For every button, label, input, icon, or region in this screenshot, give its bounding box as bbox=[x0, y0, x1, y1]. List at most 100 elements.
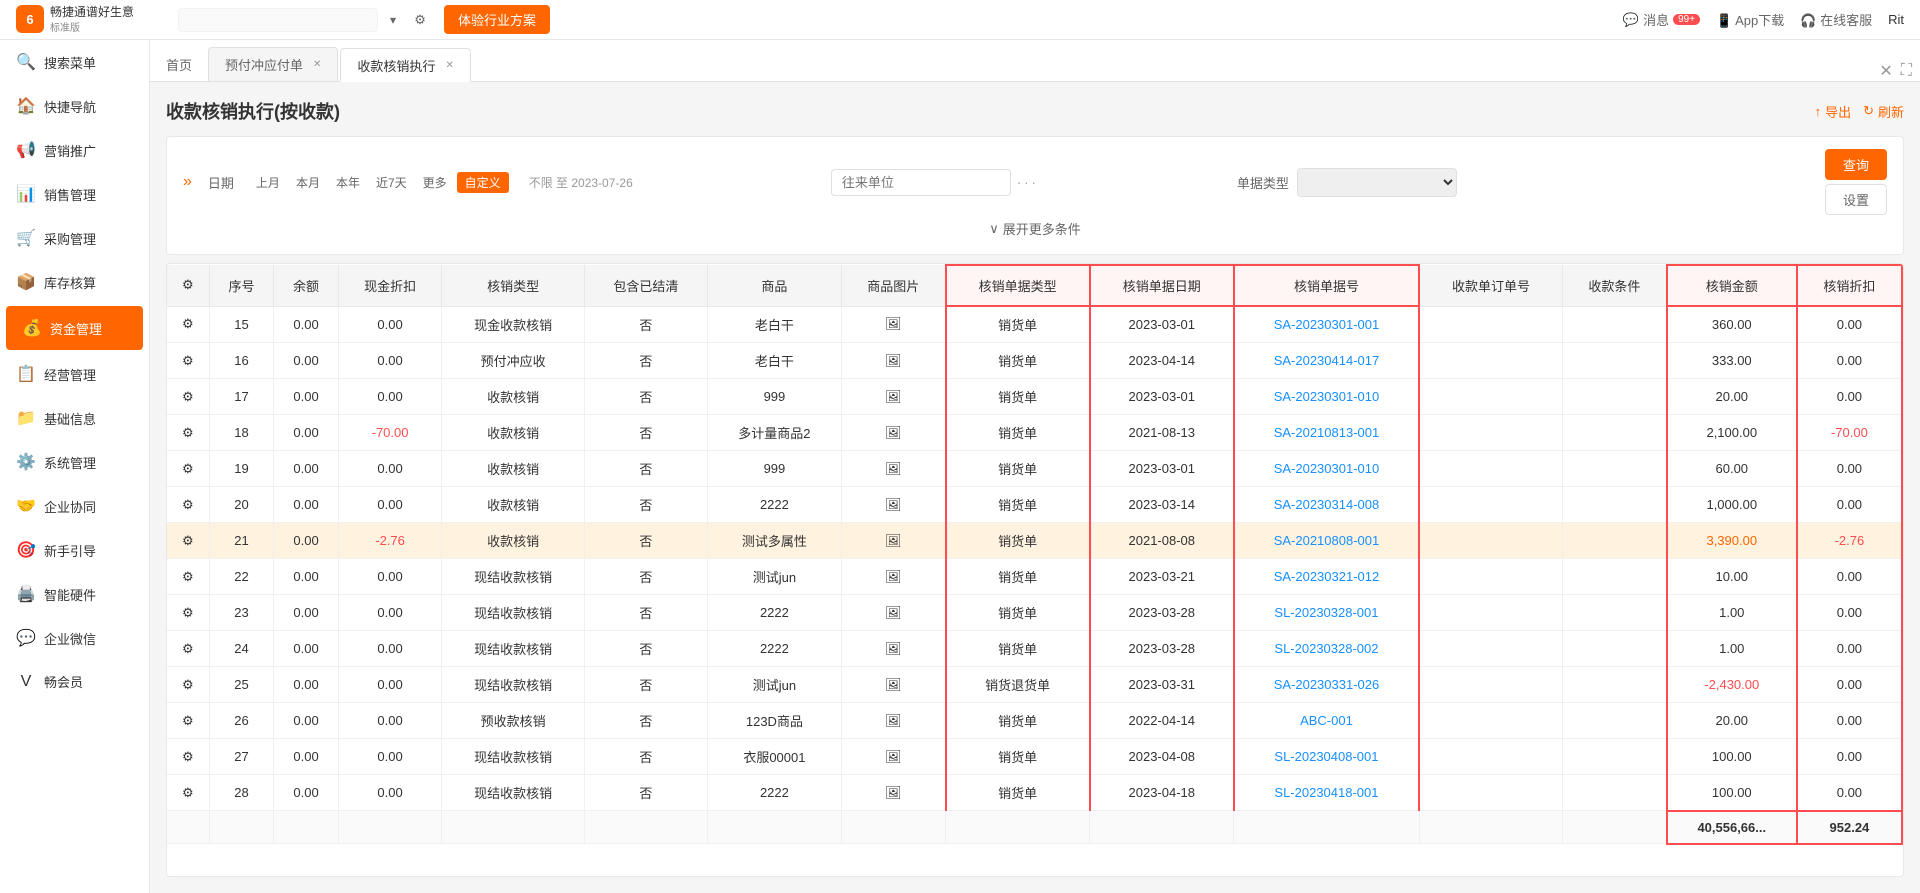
sidebar-item-finance[interactable]: 💰资金管理 bbox=[6, 306, 143, 350]
query-btn[interactable]: 查询 bbox=[1825, 149, 1887, 180]
counterparty-dots[interactable]: ··· bbox=[1017, 175, 1039, 190]
user-name[interactable]: Rit bbox=[1888, 12, 1904, 27]
table-row[interactable]: ⚙250.000.00现结收款核销否测试jun🖼销货退货单2023-03-31S… bbox=[167, 667, 1902, 703]
table-cell[interactable]: SA-20210813-001 bbox=[1234, 415, 1419, 451]
gear-icon[interactable]: ⚙ bbox=[408, 8, 432, 32]
bill-type-select[interactable] bbox=[1297, 168, 1457, 197]
table-cell: 23 bbox=[209, 595, 274, 631]
tab-prepay-close[interactable]: ✕ bbox=[313, 59, 321, 70]
tab-expand[interactable]: ⛶ bbox=[1901, 62, 1912, 80]
table-cell[interactable]: SA-20230321-012 bbox=[1234, 559, 1419, 595]
expand-icon: ∨ bbox=[989, 221, 999, 237]
table-cell[interactable]: ABC-001 bbox=[1234, 703, 1419, 739]
sidebar-item-basic-info[interactable]: 📁基础信息 bbox=[0, 396, 149, 440]
table-row[interactable]: ⚙180.00-70.00收款核销否多计量商品2🖼销货单2021-08-13SA… bbox=[167, 415, 1902, 451]
table-cell[interactable]: SL-20230328-002 bbox=[1234, 631, 1419, 667]
table-cell[interactable]: SA-20230301-010 bbox=[1234, 379, 1419, 415]
table-cell[interactable]: SL-20230418-001 bbox=[1234, 775, 1419, 811]
expand-more-btn[interactable]: ∨ 展开更多条件 bbox=[989, 219, 1081, 238]
dropdown-arrow[interactable]: ▾ bbox=[390, 13, 396, 27]
table-cell: ⚙ bbox=[167, 415, 209, 451]
sidebar-item-sales[interactable]: 📊销售管理 bbox=[0, 172, 149, 216]
date-this-year[interactable]: 本年 bbox=[330, 172, 366, 193]
counterparty-input[interactable] bbox=[831, 169, 1011, 196]
table-cell bbox=[1562, 343, 1666, 379]
table-cell: 2023-03-01 bbox=[1090, 379, 1234, 415]
date-more[interactable]: 更多 bbox=[417, 172, 453, 193]
table-row[interactable]: ⚙150.000.00现金收款核销否老白干🖼销货单2023-03-01SA-20… bbox=[167, 306, 1902, 343]
tab-close-all[interactable]: ✕ bbox=[1879, 61, 1892, 81]
sidebar-item-system[interactable]: ⚙️系统管理 bbox=[0, 440, 149, 484]
sidebar-icon-sales: 📊 bbox=[16, 184, 36, 204]
table-row[interactable]: ⚙230.000.00现结收款核销否2222🖼销货单2023-03-28SL-2… bbox=[167, 595, 1902, 631]
tab-collection-close[interactable]: ✕ bbox=[445, 60, 453, 71]
table-row[interactable]: ⚙170.000.00收款核销否999🖼销货单2023-03-01SA-2023… bbox=[167, 379, 1902, 415]
filter-collapse-btn[interactable]: » bbox=[183, 173, 192, 191]
notification-area[interactable]: 💬 消息 99+ bbox=[1623, 10, 1700, 29]
table-cell bbox=[1419, 703, 1562, 739]
table-cell: 销货退货单 bbox=[946, 667, 1090, 703]
table-row[interactable]: ⚙260.000.00预收款核销否123D商品🖼销货单2022-04-14ABC… bbox=[167, 703, 1902, 739]
table-cell[interactable]: SA-20230314-008 bbox=[1234, 487, 1419, 523]
sidebar-item-operations[interactable]: 📋经营管理 bbox=[0, 352, 149, 396]
table-cell bbox=[1419, 559, 1562, 595]
table-cell: 1,000.00 bbox=[1667, 487, 1797, 523]
table-cell[interactable]: SA-20230331-026 bbox=[1234, 667, 1419, 703]
tab-bar-right: ✕ ⛶ bbox=[1871, 61, 1920, 81]
footer-cell-writeoff_bill_type bbox=[946, 811, 1090, 844]
sidebar-item-purchase[interactable]: 🛒采购管理 bbox=[0, 216, 149, 260]
date-custom[interactable]: 自定义 bbox=[457, 172, 509, 193]
table-cell: 2023-03-28 bbox=[1090, 631, 1234, 667]
industry-btn[interactable]: 体验行业方案 bbox=[444, 5, 550, 34]
table-cell: 预付冲应收 bbox=[442, 343, 585, 379]
table-row[interactable]: ⚙160.000.00预付冲应收否老白干🖼销货单2023-04-14SA-202… bbox=[167, 343, 1902, 379]
table-cell: 老白干 bbox=[707, 343, 841, 379]
sidebar-item-inventory[interactable]: 📦库存核算 bbox=[0, 260, 149, 304]
table-cell[interactable]: SL-20230408-001 bbox=[1234, 739, 1419, 775]
export-btn[interactable]: ↑ 导出 bbox=[1815, 102, 1852, 121]
table-row[interactable]: ⚙270.000.00现结收款核销否衣服00001🖼销货单2023-04-08S… bbox=[167, 739, 1902, 775]
table-cell: 现结收款核销 bbox=[442, 775, 585, 811]
table-cell bbox=[1419, 739, 1562, 775]
table-cell[interactable]: SL-20230328-001 bbox=[1234, 595, 1419, 631]
date-last-7days[interactable]: 近7天 bbox=[370, 172, 413, 193]
table-cell[interactable]: SA-20230301-001 bbox=[1234, 306, 1419, 343]
table-row[interactable]: ⚙240.000.00现结收款核销否2222🖼销货单2023-03-28SL-2… bbox=[167, 631, 1902, 667]
table-row[interactable]: ⚙220.000.00现结收款核销否测试jun🖼销货单2023-03-21SA-… bbox=[167, 559, 1902, 595]
sidebar-item-marketing[interactable]: 📢营销推广 bbox=[0, 128, 149, 172]
sidebar-item-enterprise[interactable]: 🤝企业协同 bbox=[0, 484, 149, 528]
table-cell[interactable]: SA-20210808-001 bbox=[1234, 523, 1419, 559]
table-cell: 否 bbox=[584, 523, 707, 559]
tab-prepay[interactable]: 预付冲应付单 ✕ bbox=[208, 47, 338, 81]
sidebar-item-smart-hw[interactable]: 🖨️智能硬件 bbox=[0, 572, 149, 616]
date-last-month[interactable]: 上月 bbox=[250, 172, 286, 193]
setting-btn[interactable]: 设置 bbox=[1825, 184, 1887, 215]
sidebar-item-member[interactable]: V畅会员 bbox=[0, 660, 149, 703]
table-row[interactable]: ⚙200.000.00收款核销否2222🖼销货单2023-03-14SA-202… bbox=[167, 487, 1902, 523]
table-cell: 2023-03-28 bbox=[1090, 595, 1234, 631]
table-cell[interactable]: SA-20230301-010 bbox=[1234, 451, 1419, 487]
sidebar-item-search-menu[interactable]: 🔍搜索菜单 bbox=[0, 40, 149, 84]
table-row[interactable]: ⚙210.00-2.76收款核销否测试多属性🖼销货单2021-08-08SA-2… bbox=[167, 523, 1902, 559]
table-container[interactable]: ⚙序号余额现金折扣核销类型包含已结清商品商品图片核销单据类型核销单据日期核销单据… bbox=[166, 263, 1904, 877]
table-cell: 🖼 bbox=[841, 343, 945, 379]
sidebar-item-wechat[interactable]: 💬企业微信 bbox=[0, 616, 149, 660]
sidebar-label-enterprise: 企业协同 bbox=[44, 497, 96, 516]
table-cell: 销货单 bbox=[946, 775, 1090, 811]
table-cell: 24 bbox=[209, 631, 274, 667]
table-row[interactable]: ⚙190.000.00收款核销否999🖼销货单2023-03-01SA-2023… bbox=[167, 451, 1902, 487]
date-this-month[interactable]: 本月 bbox=[290, 172, 326, 193]
sidebar-item-beginner[interactable]: 🎯新手引导 bbox=[0, 528, 149, 572]
tab-home[interactable]: 首页 bbox=[150, 47, 208, 81]
top-search-input[interactable] bbox=[178, 8, 378, 32]
online-service[interactable]: 🎧 在线客服 bbox=[1800, 10, 1872, 29]
app-download[interactable]: 📱 App下载 bbox=[1716, 10, 1784, 29]
refresh-btn[interactable]: ↻ 刷新 bbox=[1863, 102, 1904, 121]
table-row[interactable]: ⚙280.000.00现结收款核销否2222🖼销货单2023-04-18SL-2… bbox=[167, 775, 1902, 811]
sidebar-item-quick-nav[interactable]: 🏠快捷导航 bbox=[0, 84, 149, 128]
table-cell: 🖼 bbox=[841, 667, 945, 703]
tab-collection[interactable]: 收款核销执行 ✕ bbox=[340, 48, 470, 82]
main-layout: 🔍搜索菜单🏠快捷导航📢营销推广📊销售管理🛒采购管理📦库存核算💰资金管理📋经营管理… bbox=[0, 40, 1920, 893]
table-cell: 18 bbox=[209, 415, 274, 451]
table-cell[interactable]: SA-20230414-017 bbox=[1234, 343, 1419, 379]
